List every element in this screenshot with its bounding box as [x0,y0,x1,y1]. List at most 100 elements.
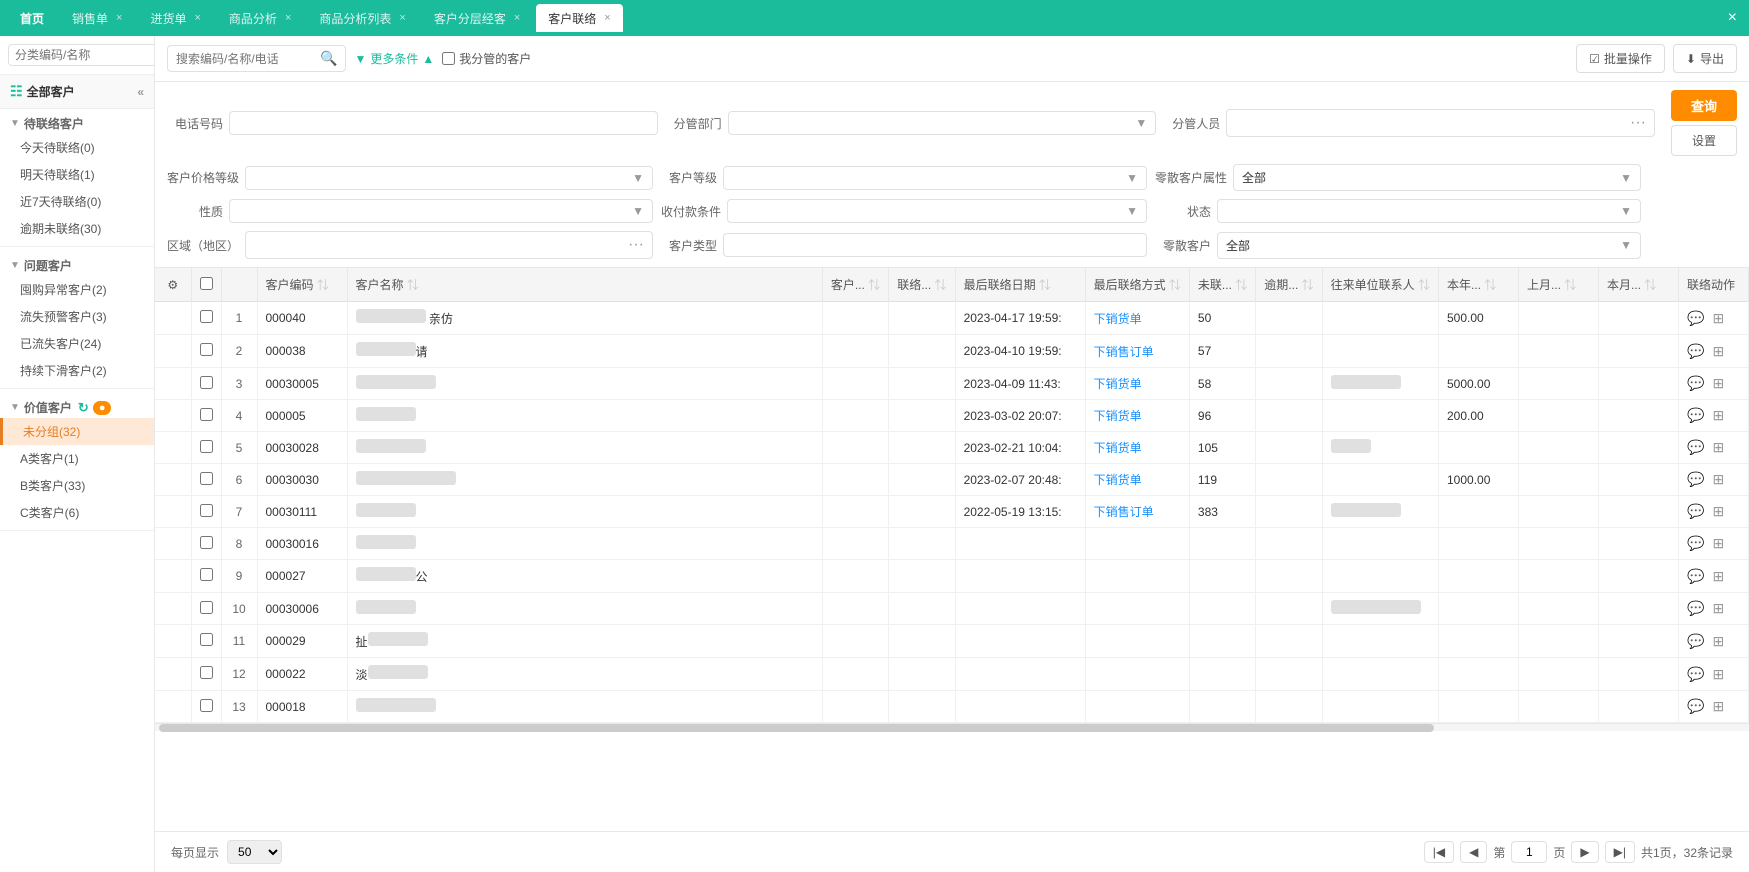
action-grid-icon[interactable]: ⊞ [1712,666,1724,683]
first-page-button[interactable]: |◀ [1424,841,1454,863]
close-tab-customer-tier[interactable]: × [514,12,520,24]
filter-search-icon[interactable]: 🔍 [320,50,337,67]
row-10-check[interactable] [200,601,213,614]
reset-button[interactable]: 设置 [1671,125,1737,156]
action-grid-icon[interactable]: ⊞ [1712,698,1724,715]
th-name[interactable]: 客户名称 ⇅ [347,268,822,302]
sidebar-group-value[interactable]: ▼ 价值客户 ↻ ● [0,393,154,418]
filter-status-select[interactable]: ▼ [1217,199,1641,223]
sidebar-item-c-class[interactable]: C类客户(6) [0,499,154,526]
row-13-check[interactable] [200,699,213,712]
filter-price-tier-select[interactable]: ▼ [245,166,653,190]
action-chat-icon[interactable]: 💬 [1687,633,1704,650]
tab-product-list[interactable]: 商品分析列表 × [307,4,417,32]
action-chat-icon[interactable]: 💬 [1687,600,1704,617]
sidebar-all-customers[interactable]: ☷ 全部客户 « [0,75,154,109]
action-chat-icon[interactable]: 💬 [1687,568,1704,585]
th-config[interactable]: ⚙ [155,268,191,302]
row-9-check[interactable] [200,568,213,581]
sidebar-item-ungrouped[interactable]: 未分组(32) [0,418,154,445]
filter-nature-select[interactable]: ▼ [229,199,653,223]
refresh-icon[interactable]: ↻ [78,400,89,416]
batch-ops-button[interactable]: ☑ 批量操作 [1576,44,1665,73]
sidebar-group-problem[interactable]: ▼ 问题客户 [0,251,154,276]
tab-sales[interactable]: 销售单 × [60,4,134,32]
sidebar-item-abnormal[interactable]: 囤购异常客户(2) [0,276,154,303]
action-grid-icon[interactable]: ⊞ [1712,375,1724,392]
row-6-check[interactable] [200,472,213,485]
query-button[interactable]: 查询 [1671,90,1737,121]
sidebar-item-today[interactable]: 今天待联络(0) [0,134,154,161]
action-chat-icon[interactable]: 💬 [1687,698,1704,715]
sidebar-item-churn-warn[interactable]: 流失预警客户(3) [0,303,154,330]
action-grid-icon[interactable]: ⊞ [1712,633,1724,650]
sidebar-item-overdue[interactable]: 逾期未联络(30) [0,215,154,242]
filter-scatter-select[interactable]: 全部▼ [1217,232,1641,259]
last-page-button[interactable]: ▶| [1605,841,1635,863]
next-page-button[interactable]: ▶ [1571,841,1598,863]
tab-customer-contact[interactable]: 客户联络 × [536,4,622,32]
action-chat-icon[interactable]: 💬 [1687,439,1704,456]
more-conditions-button[interactable]: ▼ 更多条件 ▲ [354,50,434,67]
action-grid-icon[interactable]: ⊞ [1712,343,1724,360]
row-4-check[interactable] [200,408,213,421]
row-7-check[interactable] [200,504,213,517]
filter-dept-select[interactable]: ▼ [728,111,1157,135]
sidebar-item-churned[interactable]: 已流失客户(24) [0,330,154,357]
close-tab-product-list[interactable]: × [399,12,405,24]
filter-person-input[interactable]: ··· [1226,109,1655,137]
filter-payment-select[interactable]: ▼ [727,199,1147,223]
th-overdue[interactable]: 逾期... ⇅ [1256,268,1322,302]
th-last-month[interactable]: 上月... ⇅ [1519,268,1599,302]
action-chat-icon[interactable]: 💬 [1687,471,1704,488]
sidebar-collapse-icon[interactable]: « [137,85,144,99]
action-chat-icon[interactable]: 💬 [1687,343,1704,360]
action-grid-icon[interactable]: ⊞ [1712,439,1724,456]
export-button[interactable]: ⬇ 导出 [1673,44,1737,73]
select-all-checkbox[interactable] [200,277,213,290]
row-12-check[interactable] [200,666,213,679]
action-grid-icon[interactable]: ⊞ [1712,535,1724,552]
window-close-button[interactable]: × [1724,5,1741,31]
my-customers-checkbox-label[interactable]: 我分管的客户 [442,50,531,67]
action-chat-icon[interactable]: 💬 [1687,375,1704,392]
th-last-contact-type[interactable]: 最后联络方式 ⇅ [1085,268,1189,302]
prev-page-button[interactable]: ◀ [1460,841,1487,863]
close-tab-product-analysis[interactable]: × [285,12,291,24]
per-page-select[interactable]: 50 100 200 [227,840,282,864]
row-5-check[interactable] [200,440,213,453]
action-chat-icon[interactable]: 💬 [1687,666,1704,683]
config-icon[interactable]: ⚙ [167,278,178,292]
filter-phone-input[interactable] [229,111,658,135]
filter-region-dots[interactable]: ··· [628,236,644,254]
table-container[interactable]: ⚙ 客户编码 ⇅ 客户名称 ⇅ 客户... ⇅ 联络... ⇅ 最后联络日期 ⇅ [155,268,1749,831]
th-check[interactable] [191,268,221,302]
tab-purchase[interactable]: 进货单 × [138,4,212,32]
filter-customer-tier-select[interactable]: ▼ [723,166,1147,190]
th-contact[interactable]: 联络... ⇅ [889,268,955,302]
filter-scatter-attr-select[interactable]: 全部▼ [1233,164,1641,191]
th-last-contact-date[interactable]: 最后联络日期 ⇅ [955,268,1085,302]
action-grid-icon[interactable]: ⊞ [1712,310,1724,327]
tab-customer-tier[interactable]: 客户分层经客 × [422,4,532,32]
th-code[interactable]: 客户编码 ⇅ [257,268,347,302]
row-2-check[interactable] [200,343,213,356]
sidebar-item-7days[interactable]: 近7天待联络(0) [0,188,154,215]
action-chat-icon[interactable]: 💬 [1687,310,1704,327]
tab-home[interactable]: 首页 [8,4,56,32]
row-11-check[interactable] [200,633,213,646]
action-chat-icon[interactable]: 💬 [1687,407,1704,424]
action-chat-icon[interactable]: 💬 [1687,535,1704,552]
sidebar-item-a-class[interactable]: A类客户(1) [0,445,154,472]
th-type[interactable]: 客户... ⇅ [822,268,888,302]
row-3-check[interactable] [200,376,213,389]
action-grid-icon[interactable]: ⊞ [1712,600,1724,617]
tab-product-analysis[interactable]: 商品分析 × [217,4,303,32]
sidebar-group-pending[interactable]: ▼ 待联络客户 [0,109,154,134]
th-this-year[interactable]: 本年... ⇅ [1439,268,1519,302]
page-input[interactable] [1511,841,1547,863]
close-tab-customer-contact[interactable]: × [604,12,610,24]
action-grid-icon[interactable]: ⊞ [1712,471,1724,488]
filter-person-dots[interactable]: ··· [1630,114,1646,132]
sidebar-item-declining[interactable]: 持续下滑客户(2) [0,357,154,384]
